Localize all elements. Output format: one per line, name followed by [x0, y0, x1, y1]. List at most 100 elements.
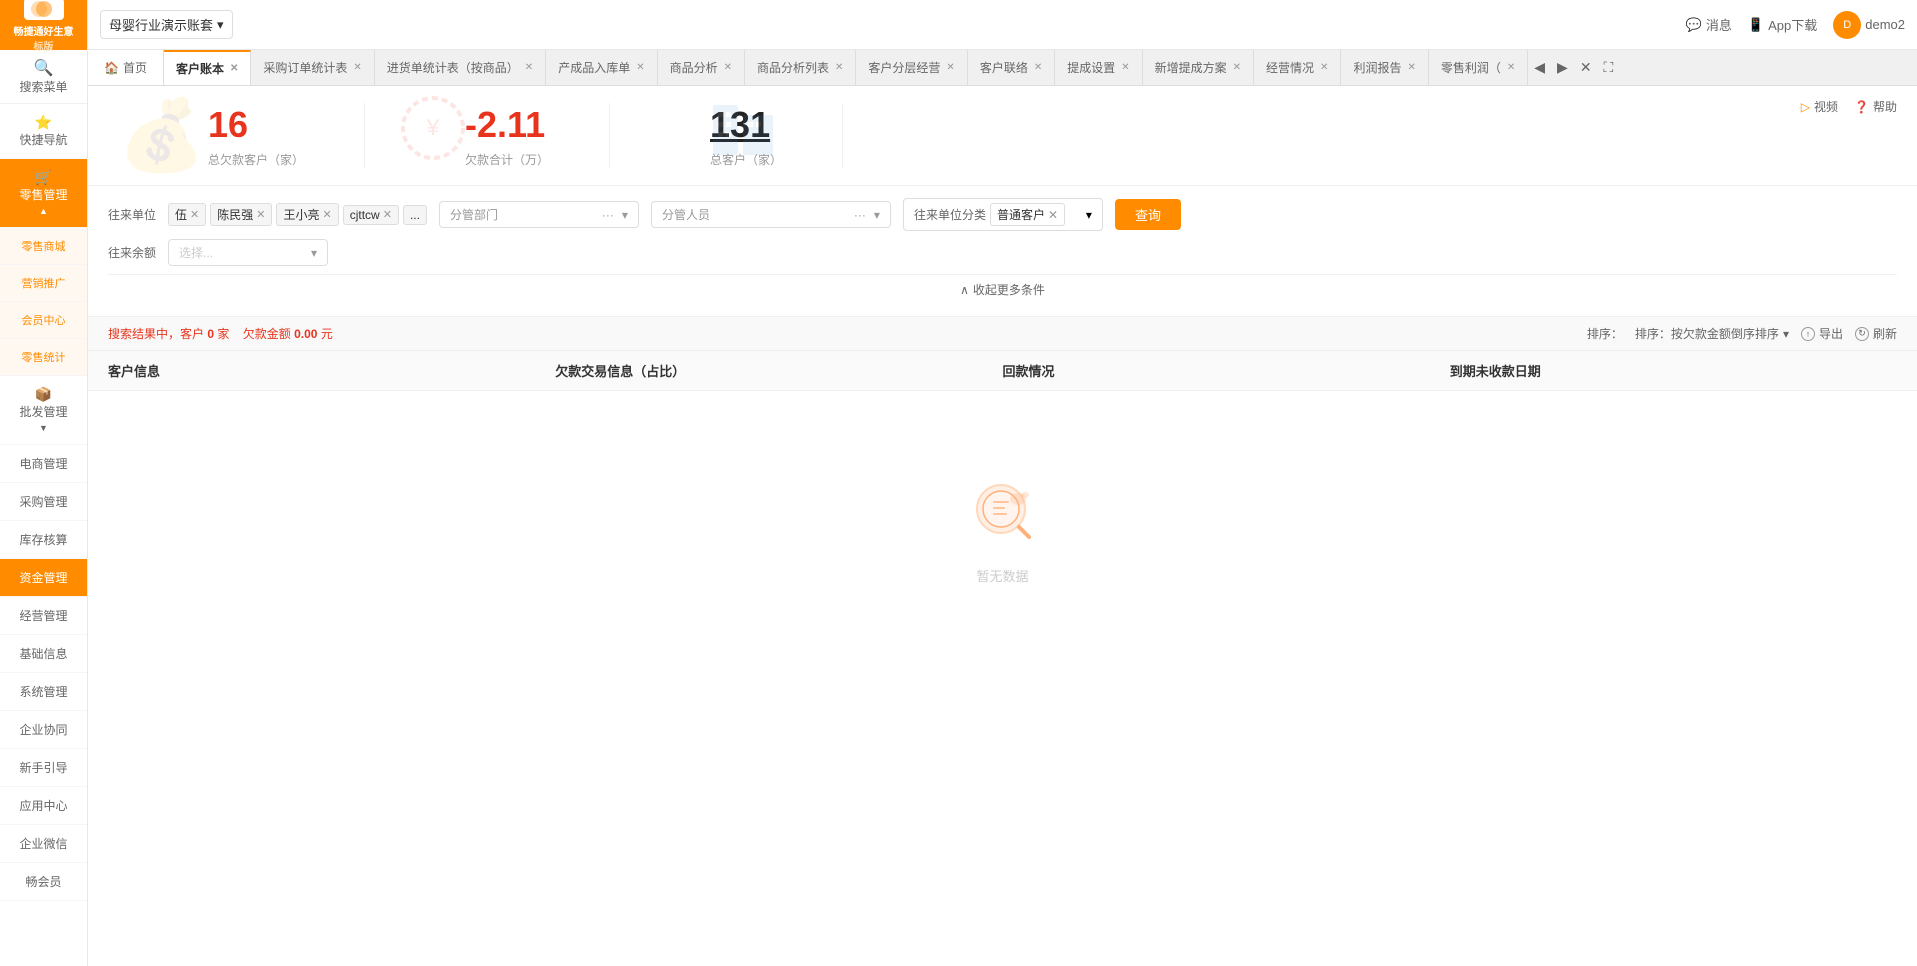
tab-customer-contact[interactable]: 客户联络 ✕ [968, 50, 1055, 86]
tab-scroll-right[interactable]: ▶ [1551, 59, 1574, 76]
account-selector[interactable]: 母婴行业演示账套 ▾ [100, 10, 233, 39]
remove-tag-wang[interactable]: ✕ [323, 208, 332, 221]
tab-product-analysis[interactable]: 商品分析 ✕ [658, 50, 745, 86]
manager-more-icon: ··· [854, 208, 866, 222]
tab-close-product-inbound[interactable]: ✕ [636, 62, 644, 73]
balance-filter-label: 往来余额 [108, 244, 156, 261]
remove-tag-cjttcw[interactable]: ✕ [383, 208, 392, 221]
manager-filter[interactable]: 分管人员 ··· ▾ [651, 201, 891, 228]
dept-more-icon: ··· [602, 208, 614, 222]
tab-maximize[interactable]: ⛶ [1598, 59, 1620, 76]
filter-tags-container: 伍 ✕ 陈民强 ✕ 王小亮 ✕ cjttcw ✕ [168, 203, 427, 226]
sort-select[interactable]: 排序：按欠款金额倒序排序 ▾ [1635, 325, 1789, 342]
remove-category-icon[interactable]: ✕ [1048, 208, 1058, 222]
sidebar-item-purchase[interactable]: 采购管理 [0, 483, 87, 521]
tab-close-customer-contact[interactable]: ✕ [1034, 62, 1042, 73]
remove-tag-wu[interactable]: ✕ [190, 208, 199, 221]
refresh-button[interactable]: ↻ 刷新 [1855, 325, 1897, 342]
sidebar-item-ecommerce[interactable]: 电商管理 [0, 445, 87, 483]
stat-customers-label: 总欠款客户（家） [208, 151, 304, 168]
sidebar-item-operations[interactable]: 经营管理 [0, 597, 87, 635]
sidebar-item-inventory[interactable]: 库存核算 [0, 521, 87, 559]
tab-close-purchase-order[interactable]: ✕ [353, 62, 361, 73]
sidebar: 畅捷通好生意 标版 🔍 搜索菜单 ⭐ 快捷导航 🛒 零售管理 ▲ 零售商城 营销… [0, 0, 88, 966]
topbar-right: 💬 消息 📱 App下载 D demo2 [1686, 11, 1905, 39]
sidebar-item-app-center[interactable]: 应用中心 [0, 787, 87, 825]
filter-tag-wang[interactable]: 王小亮 ✕ [276, 203, 338, 226]
category-filter[interactable]: 往来单位分类 普通客户 ✕ ▾ [903, 198, 1103, 231]
search-button[interactable]: 查询 [1115, 199, 1181, 230]
logo-title: 畅捷通好生意 [14, 23, 74, 38]
tab-close-operations[interactable]: ✕ [1320, 62, 1328, 73]
user-avatar-area[interactable]: D demo2 [1833, 11, 1905, 39]
tab-customer-tier[interactable]: 客户分层经营 ✕ [856, 50, 967, 86]
tab-product-inbound[interactable]: 产成品入库单 ✕ [546, 50, 657, 86]
sidebar-item-wechat[interactable]: 企业微信 [0, 825, 87, 863]
sidebar-item-base-info[interactable]: 基础信息 [0, 635, 87, 673]
tab-purchase-order[interactable]: 采购订单统计表 ✕ [251, 50, 374, 86]
tab-scroll-left[interactable]: ◀ [1528, 59, 1551, 76]
tab-purchase-stats[interactable]: 进货单统计表（按商品） ✕ [375, 50, 546, 86]
filter-tag-more[interactable]: ... [403, 205, 427, 225]
tab-close-retail-profit[interactable]: ✕ [1507, 62, 1515, 73]
empty-state: 暂无数据 [88, 391, 1917, 665]
sidebar-item-quick-nav[interactable]: ⭐ 快捷导航 [0, 104, 87, 159]
remove-tag-chen[interactable]: ✕ [256, 208, 265, 221]
tab-close-profit-report[interactable]: ✕ [1407, 62, 1415, 73]
video-help-button[interactable]: ▷ 视频 [1801, 98, 1838, 115]
stat-icon-customers [708, 96, 778, 176]
tabbar: 🏠 首页 客户账本 ✕ 采购订单统计表 ✕ 进货单统计表（按商品） ✕ 产成品入… [88, 50, 1917, 86]
col-header-repay: 回款情况 [1003, 361, 1450, 380]
sidebar-item-search[interactable]: 🔍 搜索菜单 [0, 50, 87, 104]
stat-icon-debt: ¥ [398, 93, 468, 179]
col-header-debt: 欠款交易信息（占比） [555, 361, 1002, 380]
balance-filter-input[interactable]: 选择... ▾ [168, 239, 328, 266]
sidebar-item-retail-stats[interactable]: 零售统计 [0, 339, 87, 376]
tab-close-promote-settings[interactable]: ✕ [1121, 62, 1129, 73]
sidebar-item-enterprise[interactable]: 企业协同 [0, 711, 87, 749]
tab-operations[interactable]: 经营情况 ✕ [1254, 50, 1341, 86]
help-button[interactable]: ❓ 帮助 [1854, 98, 1897, 115]
tab-close-purchase-stats[interactable]: ✕ [525, 62, 533, 73]
tab-profit-report[interactable]: 利润报告 ✕ [1341, 50, 1428, 86]
tab-promote-settings[interactable]: 提成设置 ✕ [1055, 50, 1142, 86]
filter-row-1: 往来单位 伍 ✕ 陈民强 ✕ 王小亮 ✕ cjttcw [108, 198, 1897, 231]
export-button[interactable]: ↑ 导出 [1801, 325, 1843, 342]
sidebar-item-member[interactable]: 会员中心 [0, 302, 87, 339]
tab-home[interactable]: 🏠 首页 [88, 50, 164, 86]
tab-close-product-analysis[interactable]: ✕ [724, 62, 732, 73]
stats-row: 💰 ¥ 16 总欠款客户（家） -2.11 欠款合计（万） 131 总客户（家） [88, 86, 1917, 186]
tab-close-new-promote[interactable]: ✕ [1233, 62, 1241, 73]
tab-close-all[interactable]: ✕ [1574, 59, 1598, 76]
avatar: D [1833, 11, 1861, 39]
dept-filter[interactable]: 分管部门 ··· ▾ [439, 201, 639, 228]
result-actions: 排序： 排序：按欠款金额倒序排序 ▾ ↑ 导出 ↻ 刷新 [1587, 325, 1897, 342]
sidebar-item-retail-shop[interactable]: 零售商城 [0, 228, 87, 265]
tab-new-promote[interactable]: 新增提成方案 ✕ [1143, 50, 1254, 86]
filter-tag-wu[interactable]: 伍 ✕ [168, 203, 206, 226]
empty-icon [963, 471, 1043, 554]
category-tag: 普通客户 ✕ [990, 203, 1065, 226]
sidebar-item-system[interactable]: 系统管理 [0, 673, 87, 711]
tab-customer-account[interactable]: 客户账本 ✕ [164, 50, 251, 86]
tab-product-analysis-list[interactable]: 商品分析列表 ✕ [745, 50, 856, 86]
tab-retail-profit[interactable]: 零售利润（ ✕ [1429, 50, 1528, 86]
sidebar-item-marketing[interactable]: 营销推广 [0, 265, 87, 302]
filter-row-2: 往来余额 选择... ▾ [108, 239, 1897, 266]
sidebar-item-newbie[interactable]: 新手引导 [0, 749, 87, 787]
tab-close-customer-tier[interactable]: ✕ [946, 62, 954, 73]
tab-close-product-analysis-list[interactable]: ✕ [835, 62, 843, 73]
dept-chevron-icon: ▾ [622, 208, 628, 222]
sidebar-item-wholesale[interactable]: 📦 批发管理 ▼ [0, 376, 87, 445]
collapse-button[interactable]: ∧ 收起更多条件 [960, 281, 1045, 298]
sidebar-item-retail-mgmt[interactable]: 🛒 零售管理 ▲ [0, 159, 87, 228]
sidebar-item-vip[interactable]: 畅会员 [0, 863, 87, 901]
message-button[interactable]: 💬 消息 [1686, 15, 1732, 34]
tab-close-customer-account[interactable]: ✕ [230, 63, 238, 74]
sidebar-item-finance[interactable]: 资金管理 [0, 559, 87, 597]
filter-tag-chen[interactable]: 陈民强 ✕ [210, 203, 272, 226]
app-download-button[interactable]: 📱 App下载 [1748, 15, 1817, 34]
unit-filter-label: 往来单位 [108, 206, 156, 223]
filter-tag-cjttcw[interactable]: cjttcw ✕ [343, 205, 399, 225]
collapse-up-icon: ∧ [960, 283, 969, 297]
